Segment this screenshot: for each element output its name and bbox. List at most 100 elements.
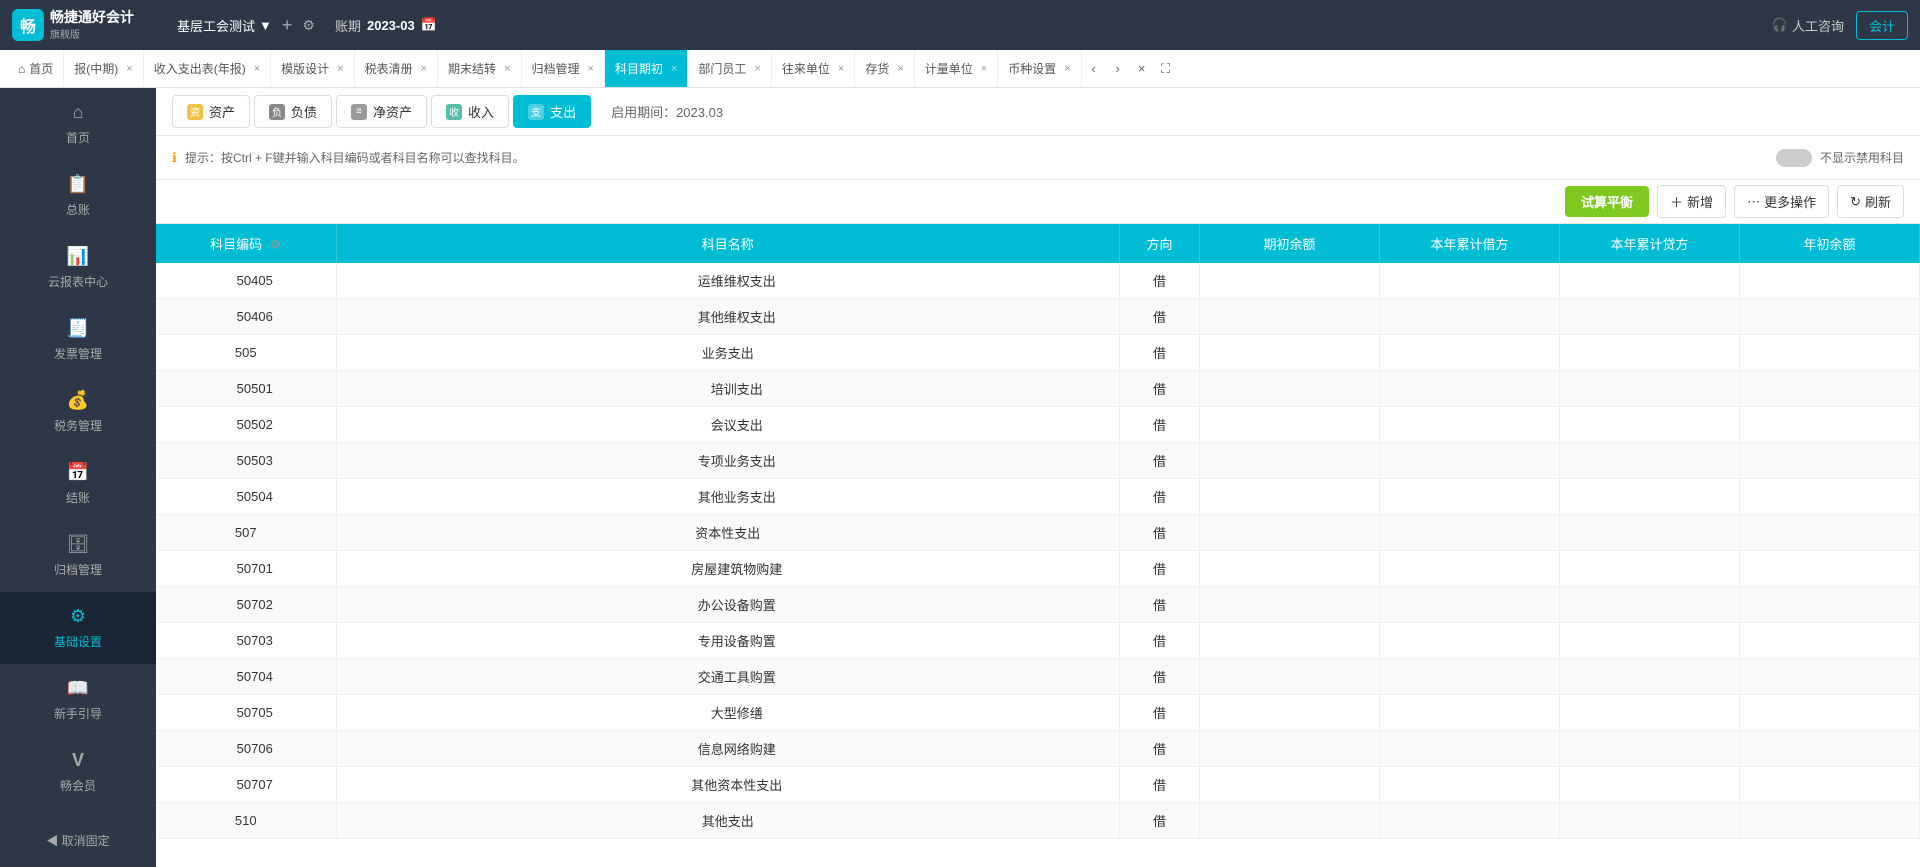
tab-scroll-left[interactable]: ‹ — [1082, 57, 1106, 81]
liability-icon: 负 — [269, 104, 285, 120]
sidebar-item-archive[interactable]: 🗄 归档管理 — [0, 520, 156, 592]
cell-ytd-credit — [1560, 659, 1740, 695]
cell-opening-balance — [1200, 299, 1380, 335]
filter-tab-liability[interactable]: 负 负债 — [254, 95, 332, 128]
sidebar-item-guide[interactable]: 📖 新手引导 — [0, 664, 156, 736]
filter-tab-income[interactable]: 收 收入 — [431, 95, 509, 128]
cell-ytd-credit — [1560, 803, 1740, 839]
tab-close-period-report[interactable]: × — [126, 63, 132, 75]
tab-subject-init[interactable]: 科目期初 × — [605, 50, 688, 88]
sidebar-item-invoice[interactable]: 🧾 发票管理 — [0, 304, 156, 376]
table-row[interactable]: 50501 培训支出 借 — [156, 371, 1920, 407]
sidebar-item-tax[interactable]: 💰 税务管理 — [0, 376, 156, 448]
cell-year-start-balance — [1740, 767, 1920, 803]
cell-name: 业务支出 — [336, 335, 1120, 371]
table-row[interactable]: 50504 其他业务支出 借 — [156, 479, 1920, 515]
filter-tab-asset[interactable]: 资 资产 — [172, 95, 250, 128]
settings-icon[interactable]: ⚙ — [302, 17, 315, 34]
app-edition: 旗舰版 — [50, 26, 134, 41]
table-row[interactable]: 50705 大型修缮 借 — [156, 695, 1920, 731]
tab-home[interactable]: ⌂ 首页 — [8, 50, 64, 88]
account-button[interactable]: 会计 — [1856, 11, 1908, 40]
cell-opening-balance — [1200, 371, 1380, 407]
tab-close-archive-mgmt[interactable]: × — [588, 63, 594, 75]
cell-name: 其他维权支出 — [336, 299, 1120, 335]
sidebar-item-home[interactable]: ⌂ 首页 — [0, 88, 156, 160]
company-selector[interactable]: 基层工会测试 ▼ — [177, 16, 272, 35]
tab-period-report[interactable]: 报(中期) × — [64, 50, 143, 88]
cell-code: 50707 — [156, 767, 336, 803]
tab-inventory[interactable]: 存货 × — [855, 50, 914, 88]
table-row[interactable]: 50406 其他维权支出 借 — [156, 299, 1920, 335]
table-row[interactable]: 50706 信息网络购建 借 — [156, 731, 1920, 767]
column-settings-icon[interactable]: ⚙ — [270, 237, 282, 252]
tab-close-inventory[interactable]: × — [897, 63, 903, 75]
col-header-ytd-credit: 本年累计贷方 — [1560, 224, 1740, 263]
tab-close-all[interactable]: × — [1130, 57, 1154, 81]
table-row[interactable]: 50405 运维维权支出 借 — [156, 263, 1920, 299]
tab-template[interactable]: 模版设计 × — [271, 50, 354, 88]
cell-dir: 借 — [1120, 731, 1200, 767]
tab-period-end[interactable]: 期末结转 × — [438, 50, 521, 88]
refresh-button[interactable]: ↻ 刷新 — [1837, 185, 1904, 218]
cell-ytd-debit — [1380, 479, 1560, 515]
cell-name: 其他支出 — [336, 803, 1120, 839]
tab-close-period-end[interactable]: × — [504, 63, 510, 75]
sidebar-item-report[interactable]: 📊 云报表中心 — [0, 232, 156, 304]
table-row[interactable]: 50503 专项业务支出 借 — [156, 443, 1920, 479]
table-row[interactable]: 50701 房屋建筑物购建 借 — [156, 551, 1920, 587]
tab-close-units[interactable]: × — [838, 63, 844, 75]
tab-close-template[interactable]: × — [337, 63, 343, 75]
sidebar-item-settings[interactable]: ⚙ 基础设置 — [0, 592, 156, 664]
disable-toggle[interactable] — [1776, 149, 1812, 167]
cell-code: 505 — [156, 335, 336, 371]
tab-tax[interactable]: 税表清册 × — [355, 50, 438, 88]
cell-dir: 借 — [1120, 371, 1200, 407]
tab-close-subject-init[interactable]: × — [671, 63, 677, 75]
tab-close-dept-staff[interactable]: × — [754, 63, 760, 75]
header-right: 🎧 人工咨询 会计 — [1772, 11, 1908, 40]
tab-close-measure-unit[interactable]: × — [981, 63, 987, 75]
add-company-btn[interactable]: + — [282, 15, 293, 36]
sidebar-item-member[interactable]: V 畅会员 — [0, 736, 156, 808]
tab-close-income-annual[interactable]: × — [254, 63, 260, 75]
member-icon: V — [72, 750, 84, 771]
table-row[interactable]: 50502 会议支出 借 — [156, 407, 1920, 443]
settings-icon: ⚙ — [70, 606, 86, 627]
table-row[interactable]: 50707 其他资本性支出 借 — [156, 767, 1920, 803]
table-row[interactable]: 50702 办公设备购置 借 — [156, 587, 1920, 623]
tab-dept-staff[interactable]: 部门员工 × — [688, 50, 771, 88]
toggle-label: 不显示禁用科目 — [1820, 149, 1904, 166]
archive-icon: 🗄 — [67, 534, 90, 555]
table-row[interactable]: 507 资本性支出 借 — [156, 515, 1920, 551]
tab-units[interactable]: 往来单位 × — [772, 50, 855, 88]
filter-tab-net-asset[interactable]: ≡ 净资产 — [336, 95, 427, 128]
tab-close-tax[interactable]: × — [421, 63, 427, 75]
tab-scroll-right[interactable]: › — [1106, 57, 1130, 81]
filter-tab-expenditure[interactable]: 支 支出 — [513, 95, 591, 128]
more-operations-button[interactable]: ⋯ 更多操作 — [1734, 185, 1829, 218]
help-button[interactable]: 🎧 人工咨询 — [1772, 16, 1844, 35]
table-row[interactable]: 505 业务支出 借 — [156, 335, 1920, 371]
tab-currency[interactable]: 币种设置 × — [998, 50, 1081, 88]
add-button[interactable]: ＋ + 新增 新增 — [1657, 185, 1726, 218]
home-icon: ⌂ — [73, 102, 84, 123]
tab-close-currency[interactable]: × — [1064, 63, 1070, 75]
asset-icon: 资 — [187, 104, 203, 120]
sidebar-item-close[interactable]: 📅 结账 — [0, 448, 156, 520]
tab-income-annual[interactable]: 收入支出表(年报) × — [144, 50, 271, 88]
tab-measure-unit[interactable]: 计量单位 × — [915, 50, 998, 88]
balance-button[interactable]: 试算平衡 — [1565, 186, 1649, 217]
calendar-icon[interactable]: 📅 — [421, 17, 437, 33]
table-row[interactable]: 50703 专用设备购置 借 — [156, 623, 1920, 659]
cell-ytd-debit — [1380, 731, 1560, 767]
table-row[interactable]: 50704 交通工具购置 借 — [156, 659, 1920, 695]
cell-opening-balance — [1200, 263, 1380, 299]
table-row[interactable]: 510 其他支出 借 — [156, 803, 1920, 839]
cell-code: 50503 — [156, 443, 336, 479]
unpin-button[interactable]: ◀ 取消固定 — [8, 824, 148, 857]
tab-archive-mgmt[interactable]: 归档管理 × — [522, 50, 605, 88]
sidebar-item-ledger[interactable]: 📋 总账 — [0, 160, 156, 232]
tab-expand[interactable]: ⛶ — [1154, 57, 1178, 81]
cell-opening-balance — [1200, 659, 1380, 695]
